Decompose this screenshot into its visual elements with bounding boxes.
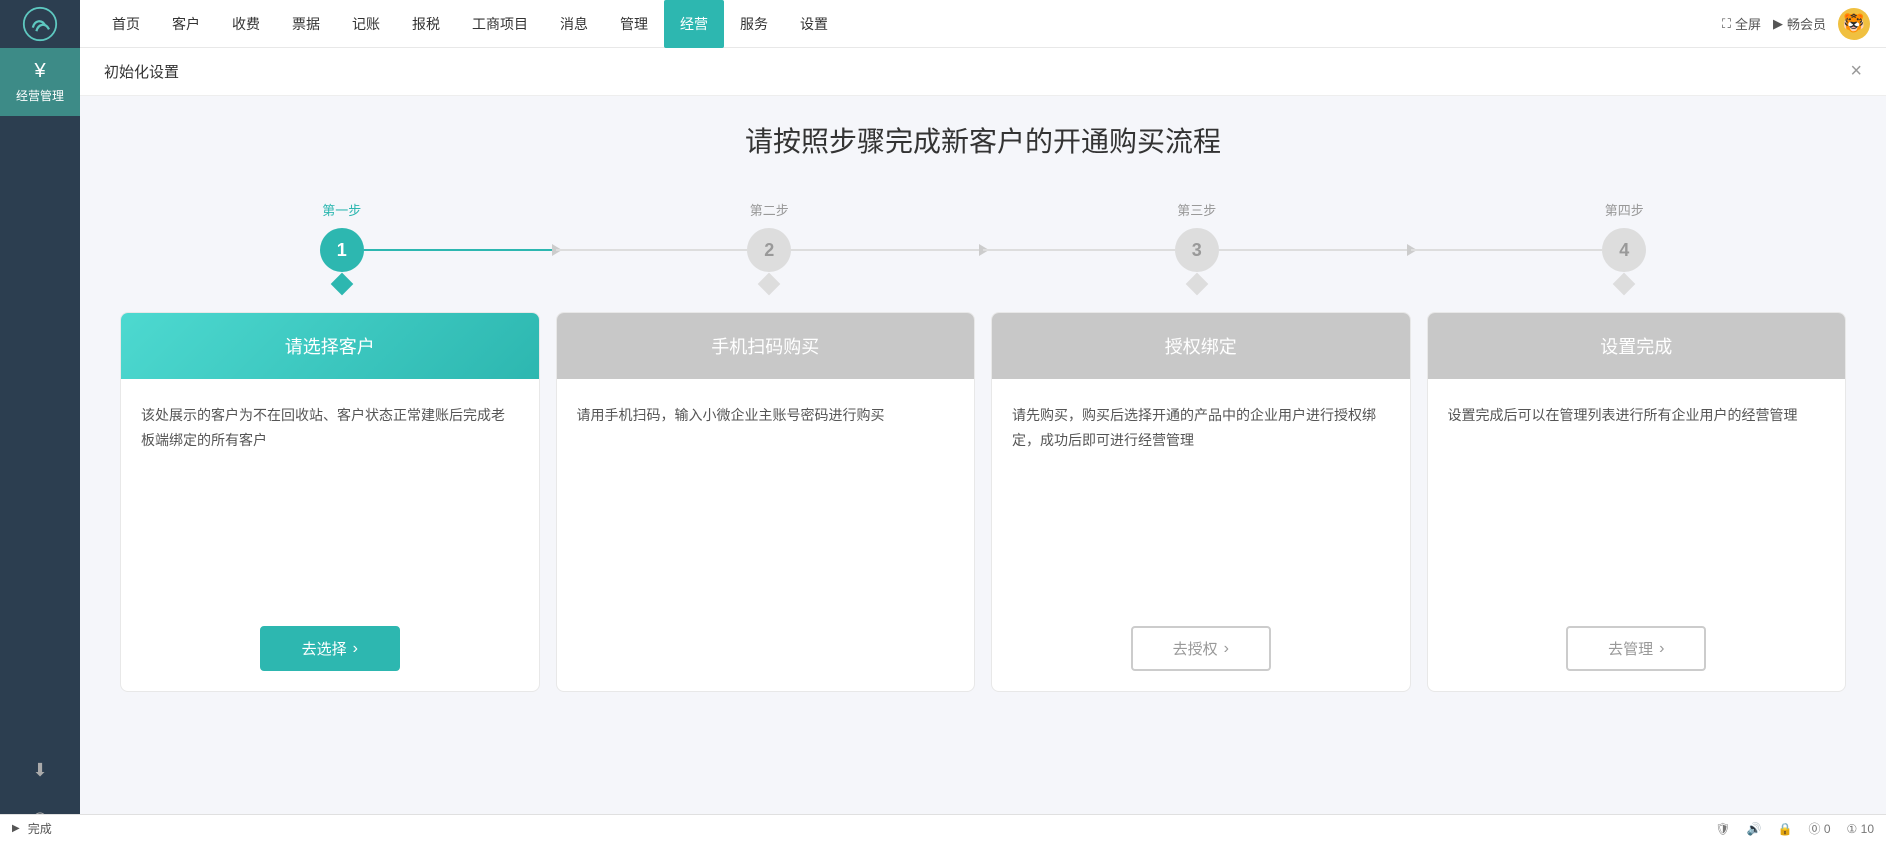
step-3-card: 授权绑定 请先购买，购买后选择开通的产品中的企业用户进行授权绑定，成功后即可进行…	[991, 312, 1411, 692]
cards-row: 请选择客户 该处展示的客户为不在回收站、客户状态正常建账后完成老板端绑定的所有客…	[120, 312, 1846, 692]
nav-service[interactable]: 服务	[724, 0, 784, 48]
taskbar-right: 🛡 🔊 🔒 ⓪ 0 ① 10	[1715, 820, 1874, 837]
step-3-card-footer: 去授权 ›	[992, 606, 1410, 691]
step-2-card-body: 请用手机扫码，输入小微企业主账号密码进行购买	[557, 379, 975, 651]
nav-business[interactable]: 工商项目	[456, 0, 544, 48]
download-icon[interactable]: ⬇	[0, 746, 80, 794]
step-1-card-footer: 去选择 ›	[121, 606, 539, 691]
step-3-circle: 3	[1175, 228, 1219, 272]
step-4-label: 第四步	[1605, 203, 1644, 218]
fullscreen-btn[interactable]: ⛶ 全屏	[1722, 14, 1761, 33]
step-3-label-container: 第三步	[983, 200, 1411, 220]
step-1-label-container: 第一步	[128, 200, 556, 220]
step-2-card: 手机扫码购买 请用手机扫码，输入小微企业主账号密码进行购买	[556, 312, 976, 692]
taskbar-shield-icon: 🛡	[1715, 822, 1730, 836]
vip-icon: ▶	[1773, 16, 1783, 32]
top-nav: 首页 客户 收费 票据 记账 报税 工商项目 消息 管理 经营 服务 设置 ⛶ …	[80, 0, 1886, 48]
taskbar-lock-icon: 🔒	[1778, 822, 1793, 836]
step-3-card-body: 请先购买，购买后选择开通的产品中的企业用户进行授权绑定，成功后即可进行经营管理	[992, 379, 1410, 606]
nav-account[interactable]: 记账	[336, 0, 396, 48]
step-4-arrow-icon: ›	[1659, 640, 1664, 658]
nav-settings[interactable]: 设置	[784, 0, 844, 48]
step-1-circle: 1	[320, 228, 364, 272]
step-4-card: 设置完成 设置完成后可以在管理列表进行所有企业用户的经营管理 去管理 ›	[1427, 312, 1847, 692]
taskbar: ▶ 完成 🛡 🔊 🔒 ⓪ 0 ① 10	[0, 814, 1886, 842]
nav-message[interactable]: 消息	[544, 0, 604, 48]
main-area: 初始化设置 × 请按照步骤完成新客户的开通购买流程 第一步 第二步 第三步 第四…	[80, 48, 1886, 814]
fullscreen-icon: ⛶	[1722, 16, 1731, 32]
step-3-diamond	[1185, 273, 1208, 296]
step-3-indicator: 3	[983, 228, 1411, 292]
step-2-diamond	[758, 273, 781, 296]
nav-bill[interactable]: 票据	[276, 0, 336, 48]
step-1-indicator: 1	[128, 228, 556, 292]
step-1-action-button[interactable]: 去选择 ›	[260, 626, 400, 671]
vip-btn[interactable]: ▶ 畅会员	[1773, 14, 1826, 33]
main-heading: 请按照步骤完成新客户的开通购买流程	[120, 120, 1846, 160]
step-2-label-container: 第二步	[556, 200, 984, 220]
step-circles-row: 1 2	[120, 220, 1846, 292]
step-3-action-button[interactable]: 去授权 ›	[1131, 626, 1271, 671]
step-4-diamond	[1613, 273, 1636, 296]
step-4-card-body: 设置完成后可以在管理列表进行所有企业用户的经营管理	[1428, 379, 1846, 606]
step-3-label: 第三步	[1177, 203, 1216, 218]
step-2-circle: 2	[747, 228, 791, 272]
sidebar-item-jingying[interactable]: ¥ 经营管理	[0, 48, 80, 116]
step-2-label: 第二步	[750, 203, 789, 218]
taskbar-status: 完成	[28, 820, 52, 837]
step-labels-row: 第一步 第二步 第三步 第四步	[120, 200, 1846, 220]
step-1-card-body: 该处展示的客户为不在回收站、客户状态正常建账后完成老板端绑定的所有客户	[121, 379, 539, 606]
taskbar-play-icon: ▶	[12, 823, 20, 834]
taskbar-sound-icon: 🔊	[1747, 822, 1762, 836]
step-1-card-header: 请选择客户	[121, 313, 539, 379]
nav-client[interactable]: 客户	[156, 0, 216, 48]
nav-home[interactable]: 首页	[96, 0, 156, 48]
step-2-card-header: 手机扫码购买	[557, 313, 975, 379]
step-4-card-header: 设置完成	[1428, 313, 1846, 379]
nav-manage[interactable]: 管理	[604, 0, 664, 48]
step-1-arrow-icon: ›	[353, 640, 358, 658]
step-2-card-footer	[557, 651, 975, 691]
step-1-diamond	[330, 273, 353, 296]
close-button[interactable]: ×	[1850, 60, 1862, 83]
taskbar-task-count: ① 10	[1847, 822, 1874, 836]
page-header: 初始化设置 ×	[80, 48, 1886, 96]
step-4-indicator: 4	[1411, 228, 1839, 292]
jingying-icon: ¥	[34, 60, 45, 83]
sidebar-logo	[0, 0, 80, 48]
step-4-circle: 4	[1602, 228, 1646, 272]
page-title: 初始化设置	[104, 61, 179, 82]
sidebar-item-label: 经营管理	[16, 87, 64, 104]
avatar[interactable]: 🐯	[1838, 8, 1870, 40]
nav-fee[interactable]: 收费	[216, 0, 276, 48]
taskbar-notif-count: ⓪ 0	[1809, 820, 1831, 837]
step-3-card-header: 授权绑定	[992, 313, 1410, 379]
step-1-label: 第一步	[322, 203, 361, 218]
sidebar: ¥ 经营管理 ⬇ ◎	[0, 0, 80, 842]
nav-tax[interactable]: 报税	[396, 0, 456, 48]
main-content: 请按照步骤完成新客户的开通购买流程 第一步 第二步 第三步 第四步 1	[80, 96, 1886, 716]
step-3-arrow-icon: ›	[1224, 640, 1229, 658]
nav-right-area: ⛶ 全屏 ▶ 畅会员 🐯	[1722, 8, 1870, 40]
step-4-label-container: 第四步	[1411, 200, 1839, 220]
step-1-card: 请选择客户 该处展示的客户为不在回收站、客户状态正常建账后完成老板端绑定的所有客…	[120, 312, 540, 692]
nav-operation[interactable]: 经营	[664, 0, 724, 48]
step-4-card-footer: 去管理 ›	[1428, 606, 1846, 691]
step-2-indicator: 2	[556, 228, 984, 292]
step-4-action-button[interactable]: 去管理 ›	[1566, 626, 1706, 671]
